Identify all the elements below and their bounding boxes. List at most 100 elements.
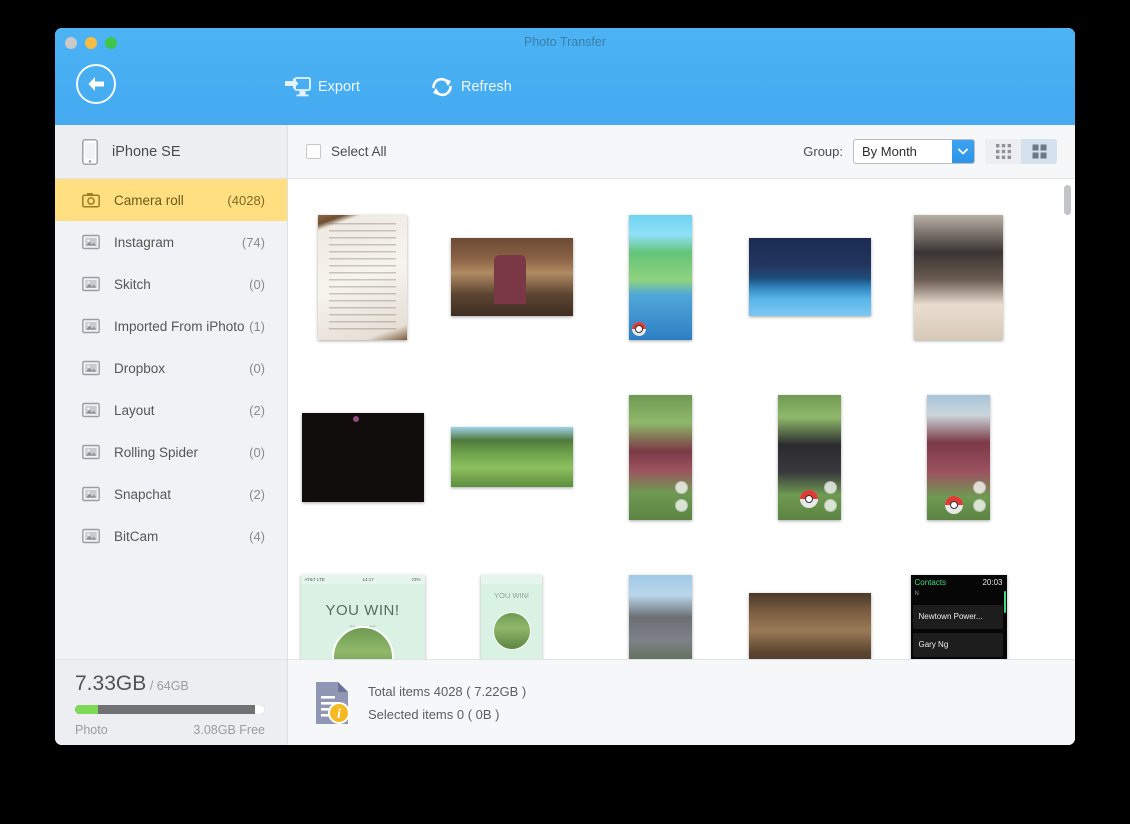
storage-free: 3.08GB Free xyxy=(193,723,265,737)
refresh-icon xyxy=(430,76,454,98)
selected-items-label: Selected items 0 ( 0B ) xyxy=(368,707,526,722)
pokeball-icon xyxy=(632,322,646,336)
group-label: Group: xyxy=(803,144,843,159)
gym-avatar xyxy=(493,612,531,650)
watch-app-title: Contacts xyxy=(915,578,947,587)
thumb-pokemon-go-map[interactable] xyxy=(629,215,692,340)
group-select[interactable]: By Month xyxy=(853,139,975,164)
thumb-man-in-barn[interactable] xyxy=(451,238,573,316)
sidebar-item-count: (2) xyxy=(249,403,265,418)
sidebar-item-instagram[interactable]: Instagram (74) xyxy=(55,221,287,263)
sidebar-item-count: (0) xyxy=(249,361,265,376)
window-title: Photo Transfer xyxy=(55,35,1075,49)
thumb-you-win-small[interactable]: YOU WIN! xyxy=(481,575,542,660)
switch-camera-button-icon xyxy=(824,499,837,512)
ios-carrier: AT&T LTE xyxy=(305,577,325,582)
total-items-label: Total items 4028 ( 7.22GB ) xyxy=(368,684,526,699)
photo-album-icon xyxy=(82,360,100,376)
list-item: Gary Ng xyxy=(913,633,1003,657)
grid-cell xyxy=(288,367,437,547)
ios-status-bar: AT&T LTE 14:17 72% xyxy=(301,575,425,584)
grid-cell: YOU WIN! xyxy=(437,547,586,659)
camera-button-icon xyxy=(973,481,986,494)
storage-bar-free xyxy=(255,705,265,714)
sidebar-item-count: (4) xyxy=(249,529,265,544)
device-name: iPhone SE xyxy=(112,144,181,160)
sidebar-item-label: Skitch xyxy=(114,277,249,292)
ios-battery: 72% xyxy=(411,577,420,582)
thumb-pokemon-go-street[interactable] xyxy=(629,575,692,660)
sidebar-item-bitcam[interactable]: BitCam (4) xyxy=(55,515,287,557)
camera-button-icon xyxy=(675,481,688,494)
grid-row xyxy=(288,367,1075,547)
sidebar-item-label: Rolling Spider xyxy=(114,445,249,460)
storage-summary: 7.33GB / 64GB xyxy=(75,672,265,696)
list-item: Newtown Power... xyxy=(913,605,1003,629)
export-button[interactable]: Export xyxy=(285,76,360,98)
sidebar-item-count: (0) xyxy=(249,445,265,460)
sidebar-item-skitch[interactable]: Skitch (0) xyxy=(55,263,287,305)
thumb-dark-photo[interactable] xyxy=(302,413,424,502)
sidebar-item-count: (0) xyxy=(249,277,265,292)
back-button[interactable] xyxy=(76,64,116,104)
sidebar-item-count: (4028) xyxy=(227,193,265,208)
storage-bar-used xyxy=(75,705,98,714)
grid-cell xyxy=(735,367,884,547)
thumb-pokemon-ar-person-1[interactable] xyxy=(629,395,692,520)
grid-large-icon xyxy=(1032,144,1047,159)
sidebar-item-layout[interactable]: Layout (2) xyxy=(55,389,287,431)
sidebar-item-count: (74) xyxy=(242,235,265,250)
sidebar-item-camera-roll[interactable]: Camera roll (4028) xyxy=(55,179,287,221)
scrollbar-thumb[interactable] xyxy=(1064,185,1071,215)
thumb-pokemon-ar-person-2[interactable] xyxy=(778,395,841,520)
sidebar-item-label: Camera roll xyxy=(114,193,227,208)
grid-scrollbar[interactable] xyxy=(1061,179,1073,659)
contact-name: Gary Ng xyxy=(919,640,949,649)
thumbnail-grid: AT&T LTE 14:17 72% YOU WIN! "Anguish" Gy… xyxy=(288,179,1075,659)
refresh-label: Refresh xyxy=(461,79,512,95)
thumb-ice-cream-sundae[interactable] xyxy=(914,215,1003,340)
iphone-icon xyxy=(82,139,98,165)
select-all-checkbox[interactable] xyxy=(306,144,321,159)
storage-meter: 7.33GB / 64GB Photo 3.08GB Free xyxy=(55,659,287,745)
watch-time: 20:03 xyxy=(982,578,1002,587)
photo-album-icon xyxy=(82,528,100,544)
ios-time: 14:17 xyxy=(362,577,373,582)
thumb-pokemon-ar-person-3[interactable] xyxy=(927,395,990,520)
device-row[interactable]: iPhone SE xyxy=(55,125,287,179)
refresh-button[interactable]: Refresh xyxy=(430,76,512,98)
sidebar-item-snapchat[interactable]: Snapchat (2) xyxy=(55,473,287,515)
grid-cell xyxy=(884,187,1033,367)
group-select-value: By Month xyxy=(854,144,917,159)
grid-cell xyxy=(586,547,735,659)
sidebar-item-dropbox[interactable]: Dropbox (0) xyxy=(55,347,287,389)
grid-cell xyxy=(735,547,884,659)
thumb-you-win-large[interactable]: AT&T LTE 14:17 72% YOU WIN! "Anguish" Gy… xyxy=(301,575,425,660)
grid-cell xyxy=(437,187,586,367)
main-pane: Select All Group: By Month xyxy=(288,125,1075,745)
sidebar-item-label: Imported From iPhoto xyxy=(114,319,249,334)
status-bar: i Total items 4028 ( 7.22GB ) Selected i… xyxy=(288,659,1075,745)
grid-cell xyxy=(586,367,735,547)
photo-album-icon xyxy=(82,318,100,334)
thumb-boat-dusk[interactable] xyxy=(749,238,871,316)
camera-button-icon xyxy=(824,481,837,494)
view-toggle xyxy=(985,139,1057,164)
sidebar-item-label: Layout xyxy=(114,403,249,418)
grid-cell xyxy=(735,187,884,367)
grid-cell xyxy=(586,187,735,367)
thumb-document-list[interactable] xyxy=(318,215,407,340)
thumb-watch-contacts[interactable]: Contacts 20:03 N Newtown Power... Gary N… xyxy=(911,575,1007,660)
thumb-park-lawn[interactable] xyxy=(451,427,573,487)
photo-album-icon xyxy=(82,276,100,292)
status-text: Total items 4028 ( 7.22GB ) Selected ite… xyxy=(368,684,526,722)
switch-camera-button-icon xyxy=(973,499,986,512)
sidebar-item-imported-from-iphoto[interactable]: Imported From iPhoto (1) xyxy=(55,305,287,347)
sidebar-item-rolling-spider[interactable]: Rolling Spider (0) xyxy=(55,431,287,473)
back-arrow-icon xyxy=(86,75,106,93)
content-toolbar: Select All Group: By Month xyxy=(288,125,1075,179)
grid-cell: AT&T LTE 14:17 72% YOU WIN! "Anguish" Gy… xyxy=(288,547,437,659)
view-small-button[interactable] xyxy=(985,139,1021,164)
thumb-wooden-shed[interactable] xyxy=(749,593,871,660)
view-large-button[interactable] xyxy=(1021,139,1057,164)
